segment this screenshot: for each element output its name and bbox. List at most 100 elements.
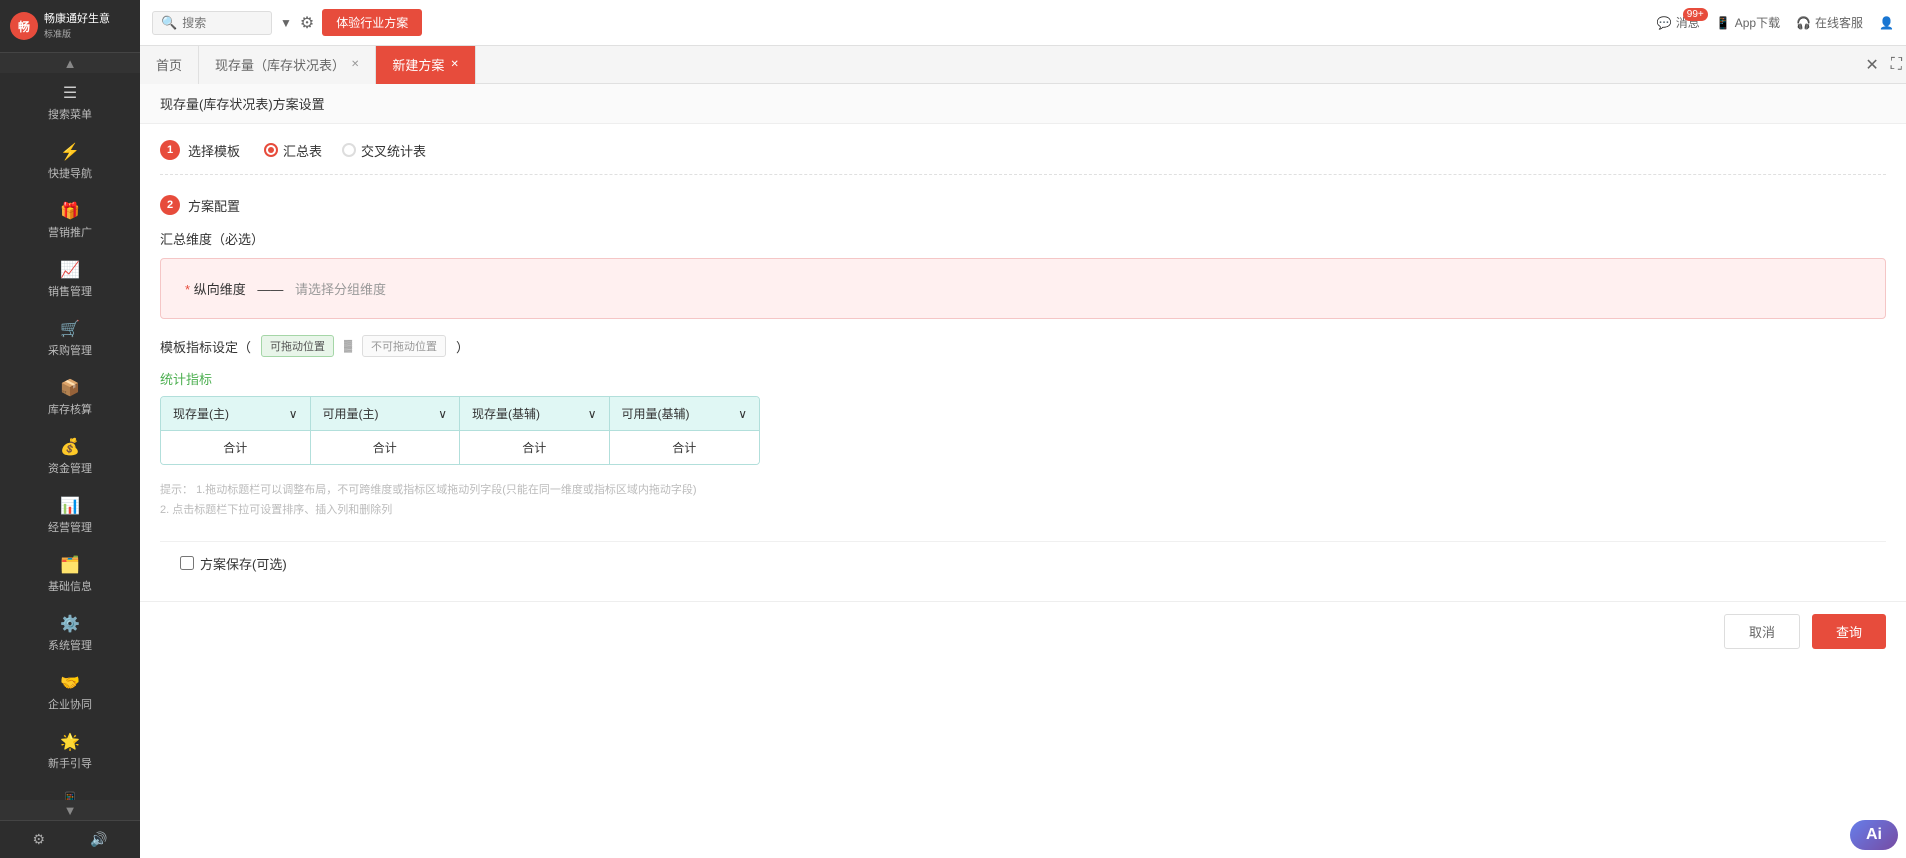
indicator-label-middle: ▓ bbox=[344, 340, 352, 352]
radio-summary[interactable]: 汇总表 bbox=[264, 141, 322, 160]
radio-cross[interactable]: 交叉统计表 bbox=[342, 141, 426, 160]
sidebar-item-search-label: 搜索菜单 bbox=[48, 106, 92, 122]
step2-title: 方案配置 bbox=[188, 196, 240, 215]
headset-icon: 🎧 bbox=[1796, 16, 1811, 30]
sidebar-item-purchase-label: 采购管理 bbox=[48, 342, 92, 358]
message-icon: 💬 bbox=[1657, 16, 1672, 30]
sidebar-scroll-down[interactable]: ▼ bbox=[0, 800, 140, 820]
radio-summary-circle bbox=[264, 143, 278, 157]
stats-table: 现存量(主) ∨ 可用量(主) ∨ 现存量(基辅) ∨ bbox=[160, 396, 760, 465]
sidebar-item-finance[interactable]: 💰 资金管理 bbox=[0, 427, 140, 486]
quicknav-icon: ⚡ bbox=[60, 142, 80, 162]
dimension-required-mark: * 纵向维度 —— 请选择分组维度 bbox=[185, 282, 386, 297]
tip-text-1: 2. 点击标题栏下拉可设置排序、插入列和删除列 bbox=[160, 504, 392, 516]
indicator-settings-section: 模板指标设定（ 可拖动位置 ▓ 不可拖动位置 ） 统计指标 现存量(主) bbox=[160, 335, 1886, 521]
stats-header-dropdown-2[interactable]: ∨ bbox=[588, 407, 597, 421]
message-button[interactable]: 💬 消息 99+ bbox=[1657, 14, 1700, 31]
sidebar-item-operations[interactable]: 📊 经营管理 bbox=[0, 486, 140, 545]
sidebar-item-basic-info[interactable]: 🗂️ 基础信息 bbox=[0, 545, 140, 604]
tab-inventory-close[interactable]: ✕ bbox=[351, 59, 359, 70]
stats-header-dropdown-1[interactable]: ∨ bbox=[438, 407, 447, 421]
collab-icon: 🤝 bbox=[60, 673, 80, 693]
app-logo-icon: 畅 bbox=[10, 12, 38, 40]
stats-header-dropdown-0[interactable]: ∨ bbox=[289, 407, 298, 421]
radio-cross-circle bbox=[342, 143, 356, 157]
tab-new-plan[interactable]: 新建方案 ✕ bbox=[376, 46, 475, 84]
sidebar-item-purchase[interactable]: 🛒 采购管理 bbox=[0, 309, 140, 368]
template-radio-group: 汇总表 交叉统计表 bbox=[264, 141, 426, 160]
sidebar-item-collab[interactable]: 🤝 企业协同 bbox=[0, 663, 140, 722]
stats-header-cell-0[interactable]: 现存量(主) ∨ bbox=[161, 397, 311, 430]
step1-section: 1 选择模板 汇总表 交叉统计表 bbox=[160, 140, 1886, 175]
sidebar-item-guide[interactable]: 🌟 新手引导 bbox=[0, 722, 140, 781]
expand-window-button[interactable]: ⛶ bbox=[1887, 54, 1906, 76]
basic-info-icon: 🗂️ bbox=[60, 555, 80, 575]
sidebar: 畅 畅康通好生意 标准版 ▲ ☰ 搜索菜单 ⚡ 快捷导航 🎁 营销推广 📈 销售… bbox=[0, 0, 140, 858]
tab-inventory-label: 现存量（库存状况表） bbox=[215, 55, 345, 74]
top-bar-right: 💬 消息 99+ 📱 App下载 🎧 在线客服 👤 bbox=[1657, 14, 1894, 31]
draggable-badge: 可拖动位置 bbox=[261, 335, 334, 357]
tab-home[interactable]: 首页 bbox=[140, 46, 199, 84]
tip-item-0: 提示： 1.拖动标题栏可以调整布局，不可跨维度或指标区域拖动列字段(只能在同一维… bbox=[160, 481, 1886, 501]
trial-button[interactable]: 体验行业方案 bbox=[322, 9, 422, 36]
app-center-icon: 📱 bbox=[60, 791, 80, 800]
stats-header-cell-3[interactable]: 可用量(基辅) ∨ bbox=[610, 397, 760, 430]
sidebar-item-quicknav[interactable]: ⚡ 快捷导航 bbox=[0, 132, 140, 191]
settings-icon[interactable]: ⚙ bbox=[33, 831, 46, 848]
sidebar-item-system[interactable]: ⚙️ 系统管理 bbox=[0, 604, 140, 663]
inventory-icon: 📦 bbox=[60, 378, 80, 398]
sidebar-bottom: ⚙ 🔊 bbox=[0, 820, 140, 858]
step1-number: 1 bbox=[160, 140, 180, 160]
sidebar-item-marketing[interactable]: 🎁 营销推广 bbox=[0, 191, 140, 250]
ai-label: Ai bbox=[1866, 826, 1882, 843]
operations-icon: 📊 bbox=[60, 496, 80, 516]
step1-title: 选择模板 bbox=[188, 141, 240, 160]
sidebar-item-app-center[interactable]: 📱 应用中心 bbox=[0, 781, 140, 800]
ai-badge[interactable]: Ai bbox=[1850, 820, 1898, 850]
sidebar-item-inventory[interactable]: 📦 库存核算 bbox=[0, 368, 140, 427]
query-button[interactable]: 查询 bbox=[1812, 614, 1886, 649]
top-bar-left: 🔍 ▼ ⚙ 体验行业方案 bbox=[152, 9, 1647, 36]
stats-header-dropdown-3[interactable]: ∨ bbox=[738, 407, 747, 421]
dropdown-button[interactable]: ▼ bbox=[280, 16, 292, 30]
purchase-icon: 🛒 bbox=[60, 319, 80, 339]
app-name: 畅康通好生意 bbox=[44, 12, 110, 26]
tab-new-plan-close[interactable]: ✕ bbox=[450, 59, 458, 70]
sidebar-nav: ☰ 搜索菜单 ⚡ 快捷导航 🎁 营销推广 📈 销售管理 🛒 采购管理 📦 库存核… bbox=[0, 73, 140, 800]
app-download-button[interactable]: 📱 App下载 bbox=[1716, 14, 1780, 31]
summary-dimension-label: 汇总维度（必选） bbox=[160, 229, 1886, 248]
tab-home-label: 首页 bbox=[156, 55, 182, 74]
sidebar-item-system-label: 系统管理 bbox=[48, 637, 92, 653]
dimension-separator: —— bbox=[257, 282, 283, 297]
tip-title: 提示： bbox=[160, 484, 193, 496]
sidebar-item-basic-info-label: 基础信息 bbox=[48, 578, 92, 594]
sidebar-item-operations-label: 经营管理 bbox=[48, 519, 92, 535]
close-window-button[interactable]: ✕ bbox=[1861, 53, 1882, 77]
page-title: 现存量(库存状况表)方案设置 bbox=[140, 84, 1906, 124]
search-input[interactable] bbox=[182, 16, 262, 30]
user-profile[interactable]: 👤 bbox=[1879, 16, 1894, 30]
indicator-label-suffix: ） bbox=[456, 337, 469, 356]
sidebar-item-marketing-label: 营销推广 bbox=[48, 224, 92, 240]
indicator-label-prefix: 模板指标设定（ bbox=[160, 337, 251, 356]
sidebar-logo: 畅 畅康通好生意 标准版 bbox=[0, 0, 140, 53]
tab-inventory[interactable]: 现存量（库存状况表） ✕ bbox=[199, 46, 376, 84]
stats-header-cell-1[interactable]: 可用量(主) ∨ bbox=[311, 397, 461, 430]
tab-bar: 首页 现存量（库存状况表） ✕ 新建方案 ✕ ✕ ⛶ bbox=[140, 46, 1906, 84]
sidebar-item-search[interactable]: ☰ 搜索菜单 bbox=[0, 73, 140, 132]
save-checkbox[interactable] bbox=[180, 556, 194, 570]
cancel-button[interactable]: 取消 bbox=[1724, 614, 1800, 649]
search-menu-icon: ☰ bbox=[63, 83, 77, 103]
gear-button[interactable]: ⚙ bbox=[300, 13, 314, 33]
finance-icon: 💰 bbox=[60, 437, 80, 457]
sidebar-scroll-up[interactable]: ▲ bbox=[0, 53, 140, 73]
stats-header-label-0: 现存量(主) bbox=[173, 405, 229, 422]
volume-icon[interactable]: 🔊 bbox=[90, 831, 107, 848]
sidebar-item-sales[interactable]: 📈 销售管理 bbox=[0, 250, 140, 309]
page-title-text: 现存量(库存状况表)方案设置 bbox=[160, 97, 325, 112]
stats-header-label-3: 可用量(基辅) bbox=[622, 405, 690, 422]
stats-header-cell-2[interactable]: 现存量(基辅) ∨ bbox=[460, 397, 610, 430]
online-service-button[interactable]: 🎧 在线客服 bbox=[1796, 14, 1863, 31]
step2-number: 2 bbox=[160, 195, 180, 215]
marketing-icon: 🎁 bbox=[60, 201, 80, 221]
